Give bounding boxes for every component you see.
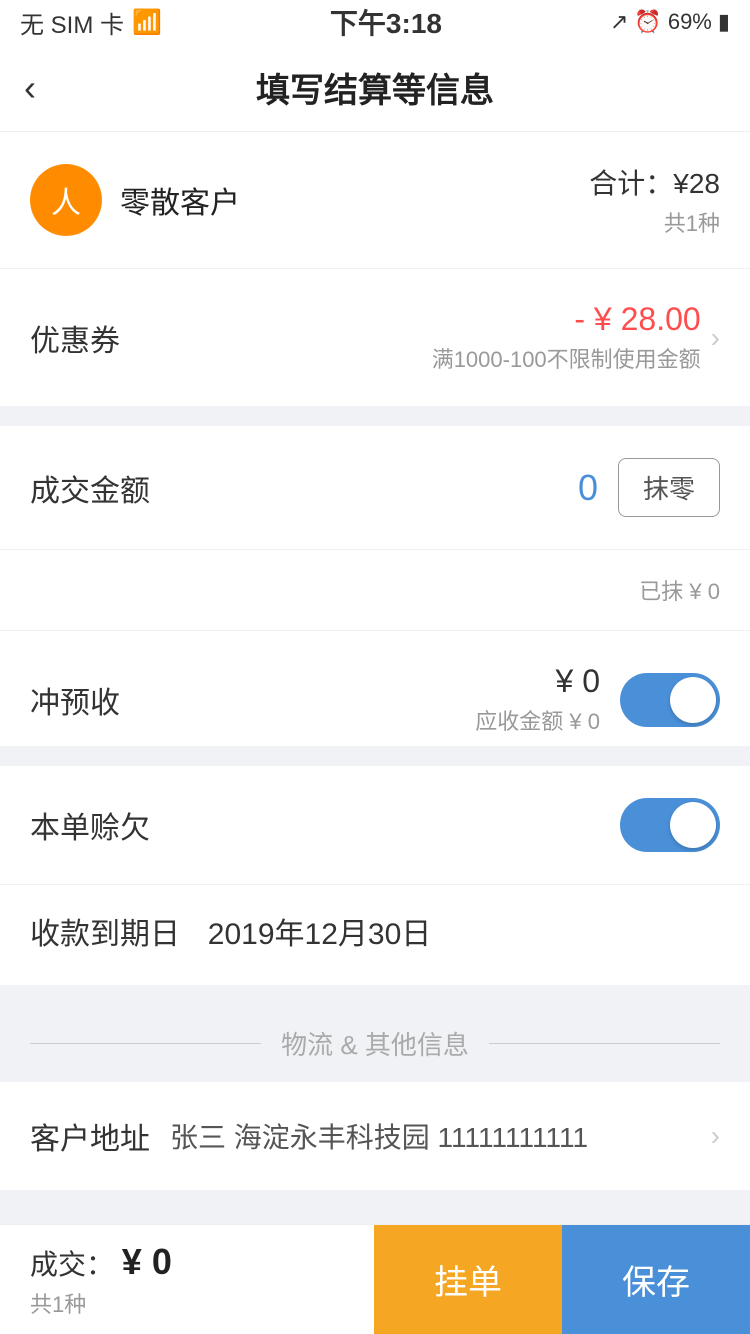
- customer-left: 人 零散客户: [30, 164, 240, 236]
- status-bar: 无 SIM 卡 📶 下午3:18 ↗ ⏰ 69% ▮: [0, 0, 750, 44]
- bottom-count: 共1种: [30, 1287, 344, 1319]
- logistics-text: 物流 & 其他信息: [281, 1025, 469, 1062]
- customer-total: 合计：¥28: [589, 162, 720, 202]
- debit-label: 本单赊欠: [30, 803, 150, 847]
- prepayment-amount: ¥ 0: [475, 663, 600, 700]
- wifi-icon: 📶: [132, 8, 162, 37]
- coupon-discount: - ¥ 28.00: [432, 301, 701, 338]
- status-time: 下午3:18: [330, 2, 442, 42]
- divider-line-left: [30, 1043, 261, 1044]
- customer-count: 共1种: [589, 206, 720, 238]
- status-right: ↗ ⏰ 69% ▮: [610, 9, 730, 35]
- deal-amount-sub-row: 已抹 ¥ 0: [0, 550, 750, 630]
- save-button[interactable]: 保存: [562, 1225, 750, 1334]
- chevron-right-icon: ›: [711, 322, 720, 354]
- sim-status: 无 SIM 卡: [20, 5, 124, 40]
- due-date-value: 2019年12月30日: [208, 918, 431, 951]
- back-button[interactable]: ‹: [24, 67, 36, 109]
- address-value: 张三 海淀永丰科技园 11111111111: [170, 1116, 691, 1156]
- deal-amount-value[interactable]: 0: [578, 467, 598, 509]
- deal-amount-right: 0 抹零: [578, 458, 720, 517]
- debit-card: 本单赊欠 收款到期日 2019年12月30日: [0, 766, 750, 985]
- customer-row: 人 零散客户 合计：¥28 共1种: [0, 132, 750, 268]
- customer-card: 人 零散客户 合计：¥28 共1种 优惠券 - ¥ 28.00 满1000-10…: [0, 132, 750, 406]
- avatar-icon: 人: [51, 178, 81, 222]
- page-title: 填写结算等信息: [256, 63, 494, 112]
- location-icon: ↗: [610, 9, 628, 35]
- prepayment-right: ¥ 0 应收金额 ¥ 0: [475, 663, 720, 736]
- content: 人 零散客户 合计：¥28 共1种 优惠券 - ¥ 28.00 满1000-10…: [0, 132, 750, 1330]
- deal-amount-label: 成交金额: [30, 466, 150, 510]
- address-card: 客户地址 张三 海淀永丰科技园 11111111111 ›: [0, 1082, 750, 1190]
- coupon-desc: 满1000-100不限制使用金额: [432, 342, 701, 374]
- coupon-label: 优惠券: [30, 316, 120, 360]
- divider-line-right: [489, 1043, 720, 1044]
- avatar: 人: [30, 164, 102, 236]
- coupon-row[interactable]: 优惠券 - ¥ 28.00 满1000-100不限制使用金额 ›: [0, 268, 750, 406]
- customer-name: 零散客户: [120, 178, 240, 222]
- address-label: 客户地址: [30, 1114, 150, 1158]
- debit-toggle-knob: [670, 802, 716, 848]
- prepayment-label: 冲预收: [30, 678, 120, 722]
- nav-bar: ‹ 填写结算等信息: [0, 44, 750, 132]
- coupon-info: - ¥ 28.00 满1000-100不限制使用金额: [432, 301, 701, 374]
- bottom-bar: 成交： ¥ 0 共1种 挂单 保存: [0, 1224, 750, 1334]
- already-rounded-text: 已抹 ¥ 0: [639, 574, 720, 606]
- coupon-right: - ¥ 28.00 满1000-100不限制使用金额 ›: [432, 301, 720, 374]
- bottom-amount: ¥ 0: [122, 1241, 172, 1282]
- logistics-divider: 物流 & 其他信息: [0, 1005, 750, 1082]
- due-date-label: 收款到期日: [30, 918, 180, 951]
- receivable-text: 应收金额 ¥ 0: [475, 704, 600, 736]
- deal-amount-card: 成交金额 0 抹零 已抹 ¥ 0 冲预收 ¥ 0 应收金额 ¥ 0: [0, 426, 750, 746]
- deal-amount-row: 成交金额 0 抹零: [0, 426, 750, 550]
- toggle-knob: [670, 677, 716, 723]
- bottom-deal-row: 成交： ¥ 0: [30, 1241, 344, 1283]
- prepayment-row: 冲预收 ¥ 0 应收金额 ¥ 0: [0, 631, 750, 746]
- battery-level: 69%: [668, 9, 712, 35]
- bottom-info: 成交： ¥ 0 共1种: [0, 1241, 374, 1319]
- address-row[interactable]: 客户地址 张三 海淀永丰科技园 11111111111 ›: [0, 1082, 750, 1190]
- debit-row: 本单赊欠: [0, 766, 750, 884]
- round-button[interactable]: 抹零: [618, 458, 720, 517]
- battery-icon: ▮: [718, 9, 730, 35]
- alarm-icon: ⏰: [634, 9, 661, 35]
- hang-button[interactable]: 挂单: [374, 1225, 562, 1334]
- status-left: 无 SIM 卡 📶: [20, 5, 162, 40]
- address-chevron-icon: ›: [711, 1120, 720, 1152]
- customer-right: 合计：¥28 共1种: [589, 162, 720, 238]
- bottom-deal-label: 成交：: [30, 1249, 114, 1280]
- debit-toggle[interactable]: [620, 798, 720, 852]
- prepayment-toggle[interactable]: [620, 673, 720, 727]
